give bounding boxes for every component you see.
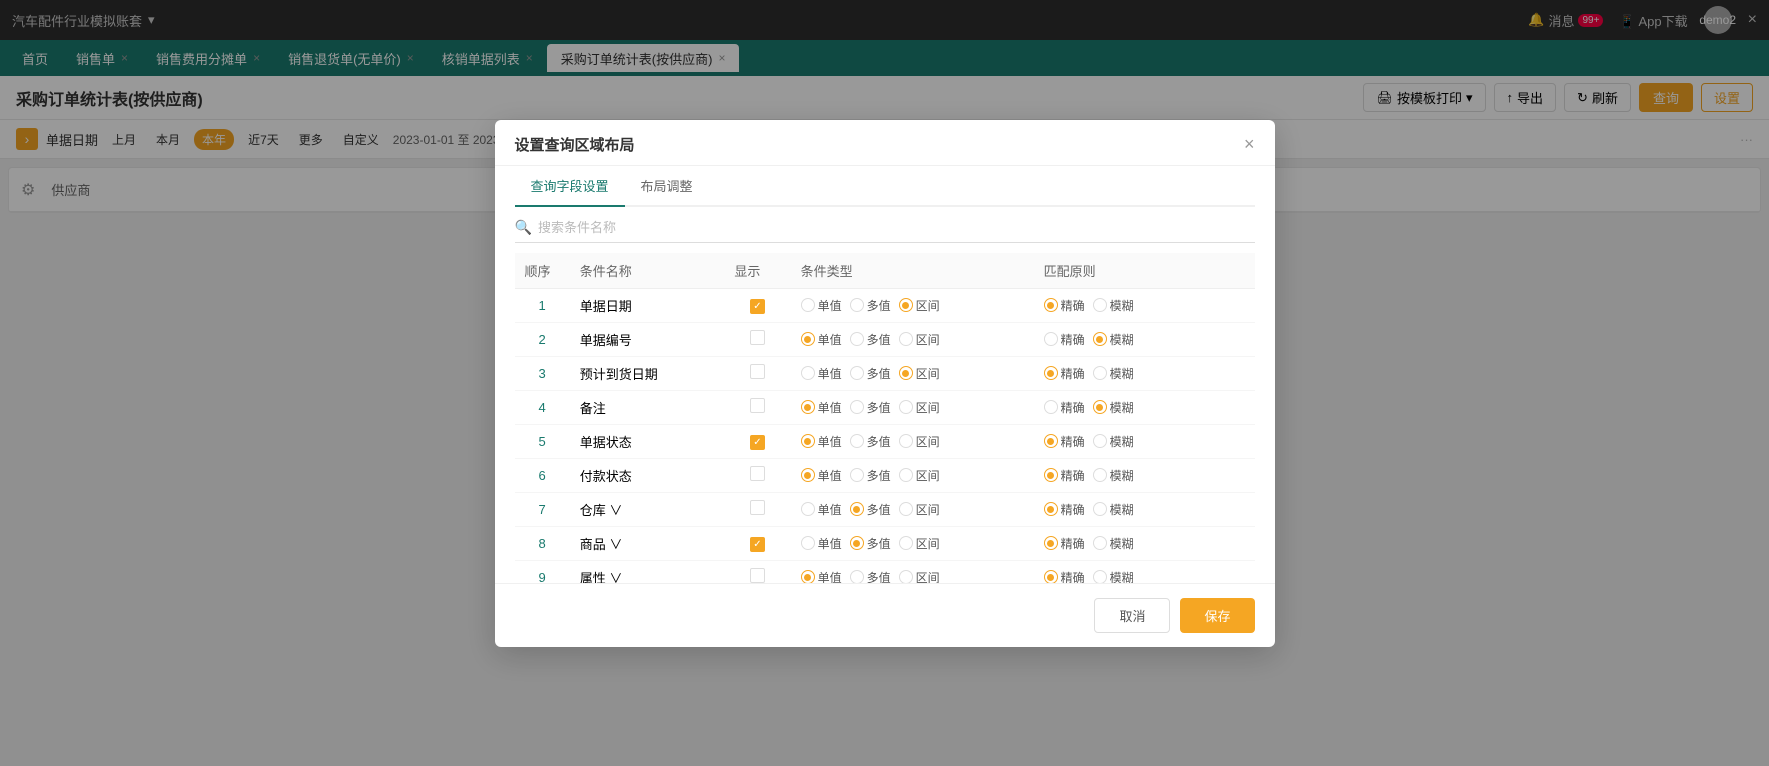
row-show-checkbox[interactable]	[724, 560, 790, 583]
row-show-checkbox[interactable]	[724, 458, 790, 492]
table-row: 2单据编号 单值多值区间精确模糊	[515, 322, 1255, 356]
dialog-header: 设置查询区域布局 ×	[495, 120, 1275, 166]
row-type-options: 单值多值区间	[791, 492, 1034, 526]
settings-table-scroll: 顺序 条件名称 显示 条件类型 匹配原则 1单据日期单值多值区间精确模糊2单据编…	[515, 253, 1255, 583]
row-type-options: 单值多值区间	[791, 390, 1034, 424]
table-row: 5单据状态 单值多值区间精确模糊	[515, 424, 1255, 458]
table-row: 3预计到货日期 单值多值区间精确模糊	[515, 356, 1255, 390]
row-name: 付款状态	[570, 458, 725, 492]
row-name: 商品 ∨	[570, 526, 725, 560]
row-type-options: 单值多值区间	[791, 458, 1034, 492]
row-order: 1	[515, 288, 570, 322]
row-show-checkbox[interactable]	[724, 526, 790, 560]
tab-layout-adjust[interactable]: 布局调整	[625, 166, 709, 207]
row-match-options: 精确模糊	[1034, 492, 1255, 526]
row-name: 属性 ∨	[570, 560, 725, 583]
table-row: 8商品 ∨ 单值多值区间精确模糊	[515, 526, 1255, 560]
row-type-options: 单值多值区间	[791, 560, 1034, 583]
dialog-title: 设置查询区域布局	[515, 134, 635, 155]
row-show-checkbox[interactable]	[724, 492, 790, 526]
table-row: 4备注 单值多值区间精确模糊	[515, 390, 1255, 424]
row-name: 单据状态	[570, 424, 725, 458]
table-row: 7仓库 ∨ 单值多值区间精确模糊	[515, 492, 1255, 526]
dialog-search-bar: 🔍	[515, 219, 1255, 243]
row-show-checkbox[interactable]	[724, 390, 790, 424]
save-button[interactable]: 保存	[1180, 598, 1254, 633]
row-show-checkbox[interactable]	[724, 288, 790, 322]
cancel-button[interactable]: 取消	[1094, 598, 1170, 633]
row-name: 单据编号	[570, 322, 725, 356]
table-row: 1单据日期 单值多值区间精确模糊	[515, 288, 1255, 322]
row-type-options: 单值多值区间	[791, 322, 1034, 356]
row-order: 7	[515, 492, 570, 526]
row-show-checkbox[interactable]	[724, 356, 790, 390]
modal-overlay: 设置查询区域布局 × 查询字段设置 布局调整 🔍 顺序	[0, 0, 1769, 766]
row-name: 单据日期	[570, 288, 725, 322]
col-header-show: 显示	[724, 253, 790, 289]
dialog-close-button[interactable]: ×	[1244, 135, 1255, 153]
table-row: 6付款状态 单值多值区间精确模糊	[515, 458, 1255, 492]
row-match-options: 精确模糊	[1034, 526, 1255, 560]
dialog-body: 查询字段设置 布局调整 🔍 顺序 条件名称 显示 条件类型	[495, 166, 1275, 583]
tab-query-fields[interactable]: 查询字段设置	[515, 166, 625, 207]
settings-table: 顺序 条件名称 显示 条件类型 匹配原则 1单据日期单值多值区间精确模糊2单据编…	[515, 253, 1255, 583]
dialog-footer: 取消 保存	[495, 583, 1275, 647]
row-match-options: 精确模糊	[1034, 424, 1255, 458]
row-show-checkbox[interactable]	[724, 322, 790, 356]
search-input[interactable]	[538, 220, 738, 235]
row-order: 6	[515, 458, 570, 492]
row-order: 3	[515, 356, 570, 390]
row-type-options: 单值多值区间	[791, 288, 1034, 322]
col-header-match: 匹配原则	[1034, 253, 1255, 289]
row-type-options: 单值多值区间	[791, 356, 1034, 390]
col-header-order: 顺序	[515, 253, 570, 289]
search-icon: 🔍	[515, 219, 532, 236]
dialog-tabs: 查询字段设置 布局调整	[515, 166, 1255, 207]
col-header-type: 条件类型	[791, 253, 1034, 289]
row-match-options: 精确模糊	[1034, 322, 1255, 356]
settings-dialog: 设置查询区域布局 × 查询字段设置 布局调整 🔍 顺序	[495, 120, 1275, 647]
row-name: 备注	[570, 390, 725, 424]
row-type-options: 单值多值区间	[791, 424, 1034, 458]
row-order: 9	[515, 560, 570, 583]
table-row: 9属性 ∨ 单值多值区间精确模糊	[515, 560, 1255, 583]
row-match-options: 精确模糊	[1034, 390, 1255, 424]
row-order: 2	[515, 322, 570, 356]
row-order: 8	[515, 526, 570, 560]
row-match-options: 精确模糊	[1034, 288, 1255, 322]
row-match-options: 精确模糊	[1034, 560, 1255, 583]
row-type-options: 单值多值区间	[791, 526, 1034, 560]
row-match-options: 精确模糊	[1034, 458, 1255, 492]
row-show-checkbox[interactable]	[724, 424, 790, 458]
row-order: 5	[515, 424, 570, 458]
col-header-name: 条件名称	[570, 253, 725, 289]
row-order: 4	[515, 390, 570, 424]
row-name: 预计到货日期	[570, 356, 725, 390]
row-match-options: 精确模糊	[1034, 356, 1255, 390]
row-name: 仓库 ∨	[570, 492, 725, 526]
